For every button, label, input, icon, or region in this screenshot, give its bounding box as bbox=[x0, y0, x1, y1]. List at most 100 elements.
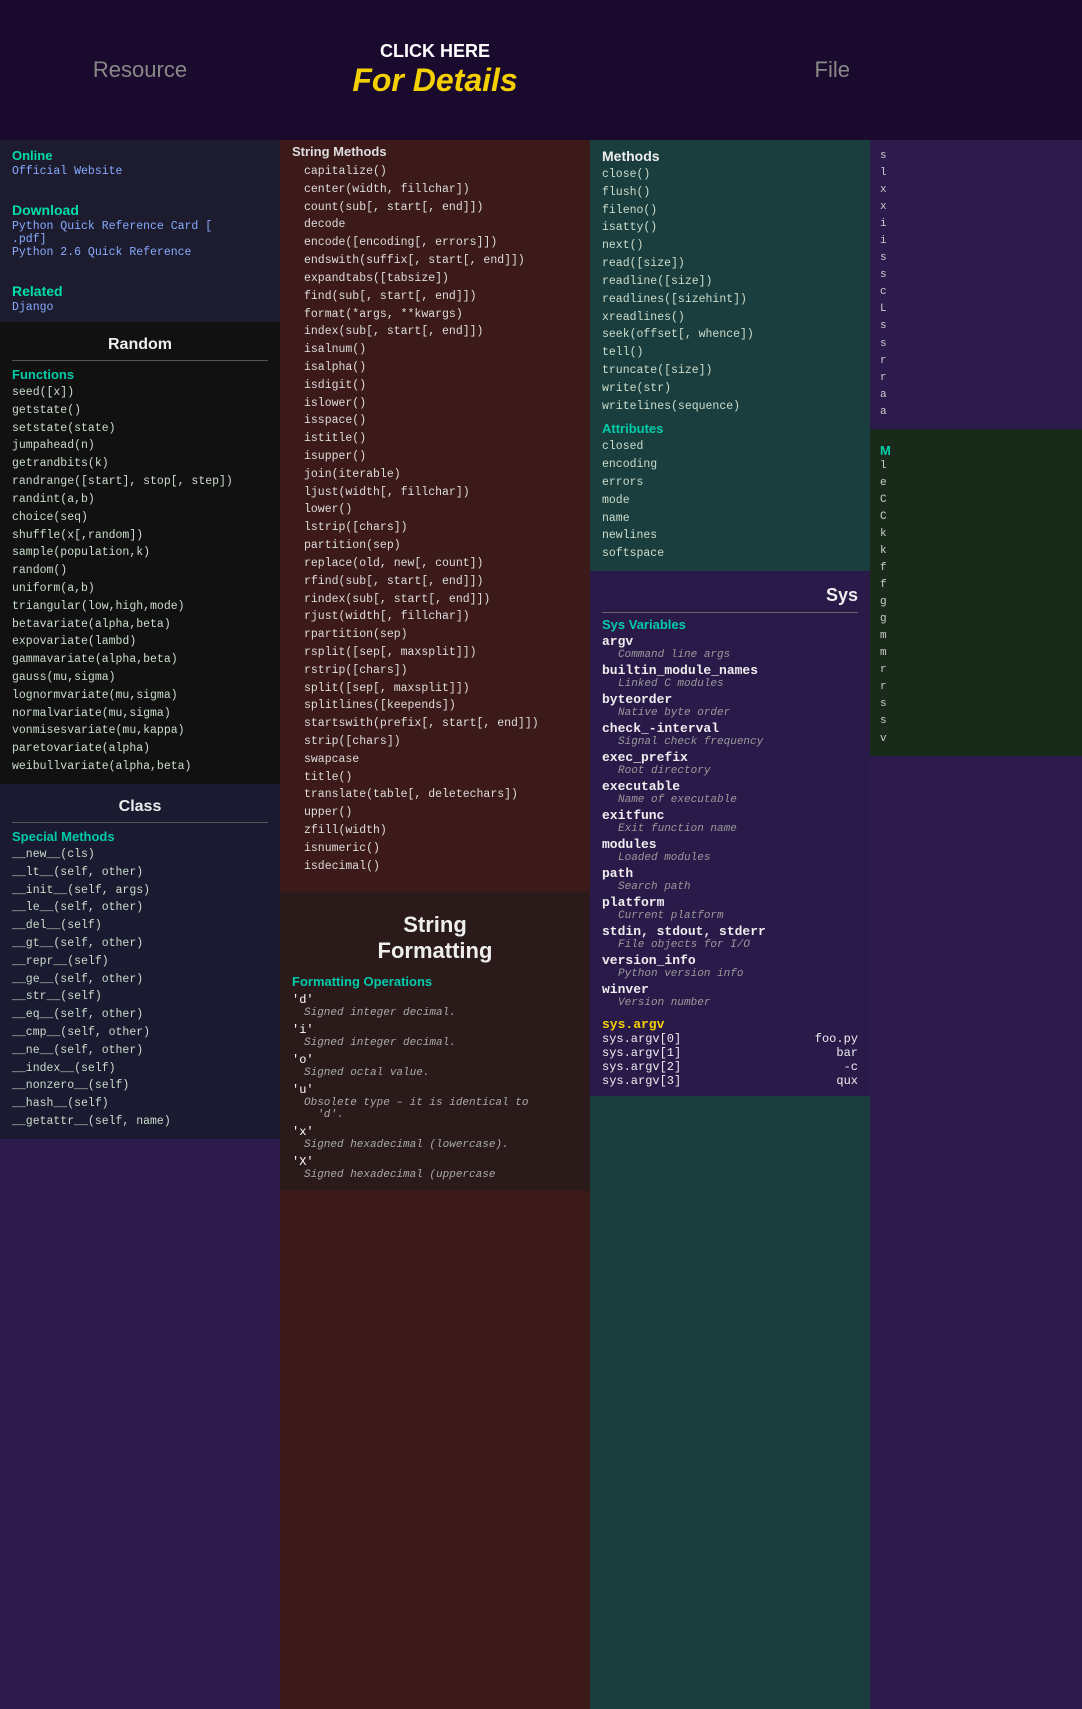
sys-var-modules: modules Loaded modules bbox=[602, 837, 858, 864]
list-item: isupper() bbox=[304, 448, 566, 466]
list-item: __repr__(self) bbox=[12, 953, 268, 971]
list-item: m bbox=[880, 645, 1072, 662]
list-item: __le__(self, other) bbox=[12, 899, 268, 917]
list-item: k bbox=[880, 526, 1072, 543]
list-item: __gt__(self, other) bbox=[12, 935, 268, 953]
sys-argv-title: sys.argv bbox=[602, 1017, 858, 1032]
col1-sidebar: Online Official Website Download Python … bbox=[0, 140, 280, 1709]
list-item: isdigit() bbox=[304, 377, 566, 395]
list-item: random() bbox=[12, 562, 268, 580]
list-item: s bbox=[880, 318, 1072, 335]
list-item: ljust(width[, fillchar]) bbox=[304, 484, 566, 502]
list-item: __del__(self) bbox=[12, 917, 268, 935]
list-item: errors bbox=[602, 474, 858, 492]
list-item: __index__(self) bbox=[12, 1060, 268, 1078]
list-item: writelines(sequence) bbox=[602, 398, 858, 416]
list-item: s bbox=[880, 336, 1072, 353]
sys-var-platform: platform Current platform bbox=[602, 895, 858, 922]
list-item: r bbox=[880, 353, 1072, 370]
list-item: expandtabs([tabsize]) bbox=[304, 270, 566, 288]
col4-subtitle: M bbox=[880, 443, 1072, 458]
list-item: __new__(cls) bbox=[12, 846, 268, 864]
header-click[interactable]: CLICK HERE For Details bbox=[280, 0, 590, 140]
list-item: vonmisesvariate(mu,kappa) bbox=[12, 722, 268, 740]
special-methods-title: Special Methods bbox=[12, 829, 268, 844]
class-section: Class Special Methods __new__(cls) __lt_… bbox=[0, 784, 280, 1139]
sys-var-path: path Search path bbox=[602, 866, 858, 893]
related-django[interactable]: Django bbox=[12, 301, 268, 314]
click-here-top[interactable]: CLICK HERE bbox=[380, 41, 490, 62]
official-website-link[interactable]: Official Website bbox=[12, 165, 268, 178]
list-item: g bbox=[880, 611, 1072, 628]
resource-title: Resource bbox=[93, 57, 187, 83]
special-methods-list: __new__(cls) __lt__(self, other) __init_… bbox=[12, 846, 268, 1131]
list-item: f bbox=[880, 577, 1072, 594]
formatting-ops-title: Formatting Operations bbox=[292, 974, 578, 989]
list-item: encode([encoding[, errors]]) bbox=[304, 234, 566, 252]
list-item: __lt__(self, other) bbox=[12, 864, 268, 882]
download-link-1[interactable]: Python Quick Reference Card [ bbox=[12, 220, 268, 233]
list-item: istitle() bbox=[304, 430, 566, 448]
list-item: x bbox=[880, 182, 1072, 199]
list-item: k bbox=[880, 543, 1072, 560]
str-methods-list-container: capitalize() center(width, fillchar]) co… bbox=[280, 163, 590, 892]
list-item: gammavariate(alpha,beta) bbox=[12, 651, 268, 669]
sys-argv-row-1: sys.argv[1] bar bbox=[602, 1046, 858, 1060]
list-item: setstate(state) bbox=[12, 420, 268, 438]
list-item: flush() bbox=[602, 184, 858, 202]
sys-argv-row-0: sys.argv[0] foo.py bbox=[602, 1032, 858, 1046]
list-item: isdecimal() bbox=[304, 858, 566, 876]
str-methods-header: String Methods bbox=[280, 140, 590, 163]
online-section: Online Official Website bbox=[0, 140, 280, 186]
list-item: r bbox=[880, 662, 1072, 679]
list-item: s bbox=[880, 713, 1072, 730]
list-item: write(str) bbox=[602, 380, 858, 398]
list-item: betavariate(alpha,beta) bbox=[12, 616, 268, 634]
sys-var-version-info: version_info Python version info bbox=[602, 953, 858, 980]
list-item: fileno() bbox=[602, 202, 858, 220]
list-item: f bbox=[880, 560, 1072, 577]
list-item: uniform(a,b) bbox=[12, 580, 268, 598]
fmt-item-i: 'i' Signed integer decimal. bbox=[292, 1023, 578, 1049]
list-item: L bbox=[880, 301, 1072, 318]
list-item: title() bbox=[304, 769, 566, 787]
list-item: format(*args, **kwargs) bbox=[304, 306, 566, 324]
list-item: zfill(width) bbox=[304, 822, 566, 840]
list-item: m bbox=[880, 628, 1072, 645]
fmt-desc-u: Obsolete type – it is identical to 'd'. bbox=[292, 1097, 578, 1121]
list-item: center(width, fillchar]) bbox=[304, 181, 566, 199]
list-item: count(sub[, start[, end]]) bbox=[304, 199, 566, 217]
list-item: __eq__(self, other) bbox=[12, 1006, 268, 1024]
header-file: File bbox=[590, 0, 870, 140]
list-item: l bbox=[880, 165, 1072, 182]
list-item: isatty() bbox=[602, 219, 858, 237]
fmt-item-X: 'X' Signed hexadecimal (uppercase bbox=[292, 1155, 578, 1181]
header-right bbox=[870, 0, 1082, 140]
list-item: lower() bbox=[304, 501, 566, 519]
file-title: File bbox=[815, 57, 850, 83]
col4-sidebar: s l x x i i s s c L s s r r a a M l bbox=[870, 140, 1082, 1709]
random-functions-list: seed([x]) getstate() setstate(state) jum… bbox=[12, 384, 268, 776]
download-link-3[interactable]: Python 2.6 Quick Reference bbox=[12, 246, 268, 259]
related-title: Related bbox=[12, 283, 268, 299]
fmt-desc-d: Signed integer decimal. bbox=[292, 1007, 578, 1019]
list-item: upper() bbox=[304, 804, 566, 822]
str-methods-list: capitalize() center(width, fillchar]) co… bbox=[292, 163, 578, 884]
list-item: isspace() bbox=[304, 412, 566, 430]
sys-argv-row-2: sys.argv[2] -c bbox=[602, 1060, 858, 1074]
list-item: tell() bbox=[602, 344, 858, 362]
download-link-2[interactable]: .pdf] bbox=[12, 233, 268, 246]
list-item: __nonzero__(self) bbox=[12, 1077, 268, 1095]
col4-top-section: s l x x i i s s c L s s r r a a bbox=[870, 140, 1082, 429]
fmt-item-u: 'u' Obsolete type – it is identical to '… bbox=[292, 1083, 578, 1121]
sys-var-check-interval: check_-interval Signal check frequency bbox=[602, 721, 858, 748]
col4-bottom-section: M l e C C k k f f g g m m r r s s v bbox=[870, 429, 1082, 756]
list-item: normalvariate(mu,sigma) bbox=[12, 705, 268, 723]
fmt-item-d: 'd' Signed integer decimal. bbox=[292, 993, 578, 1019]
click-here-bottom[interactable]: For Details bbox=[352, 62, 517, 99]
list-item: __cmp__(self, other) bbox=[12, 1024, 268, 1042]
col3-content: Methods close() flush() fileno() isatty(… bbox=[590, 140, 870, 1709]
list-item: next() bbox=[602, 237, 858, 255]
list-item: rjust(width[, fillchar]) bbox=[304, 608, 566, 626]
list-item: splitlines([keepends]) bbox=[304, 697, 566, 715]
